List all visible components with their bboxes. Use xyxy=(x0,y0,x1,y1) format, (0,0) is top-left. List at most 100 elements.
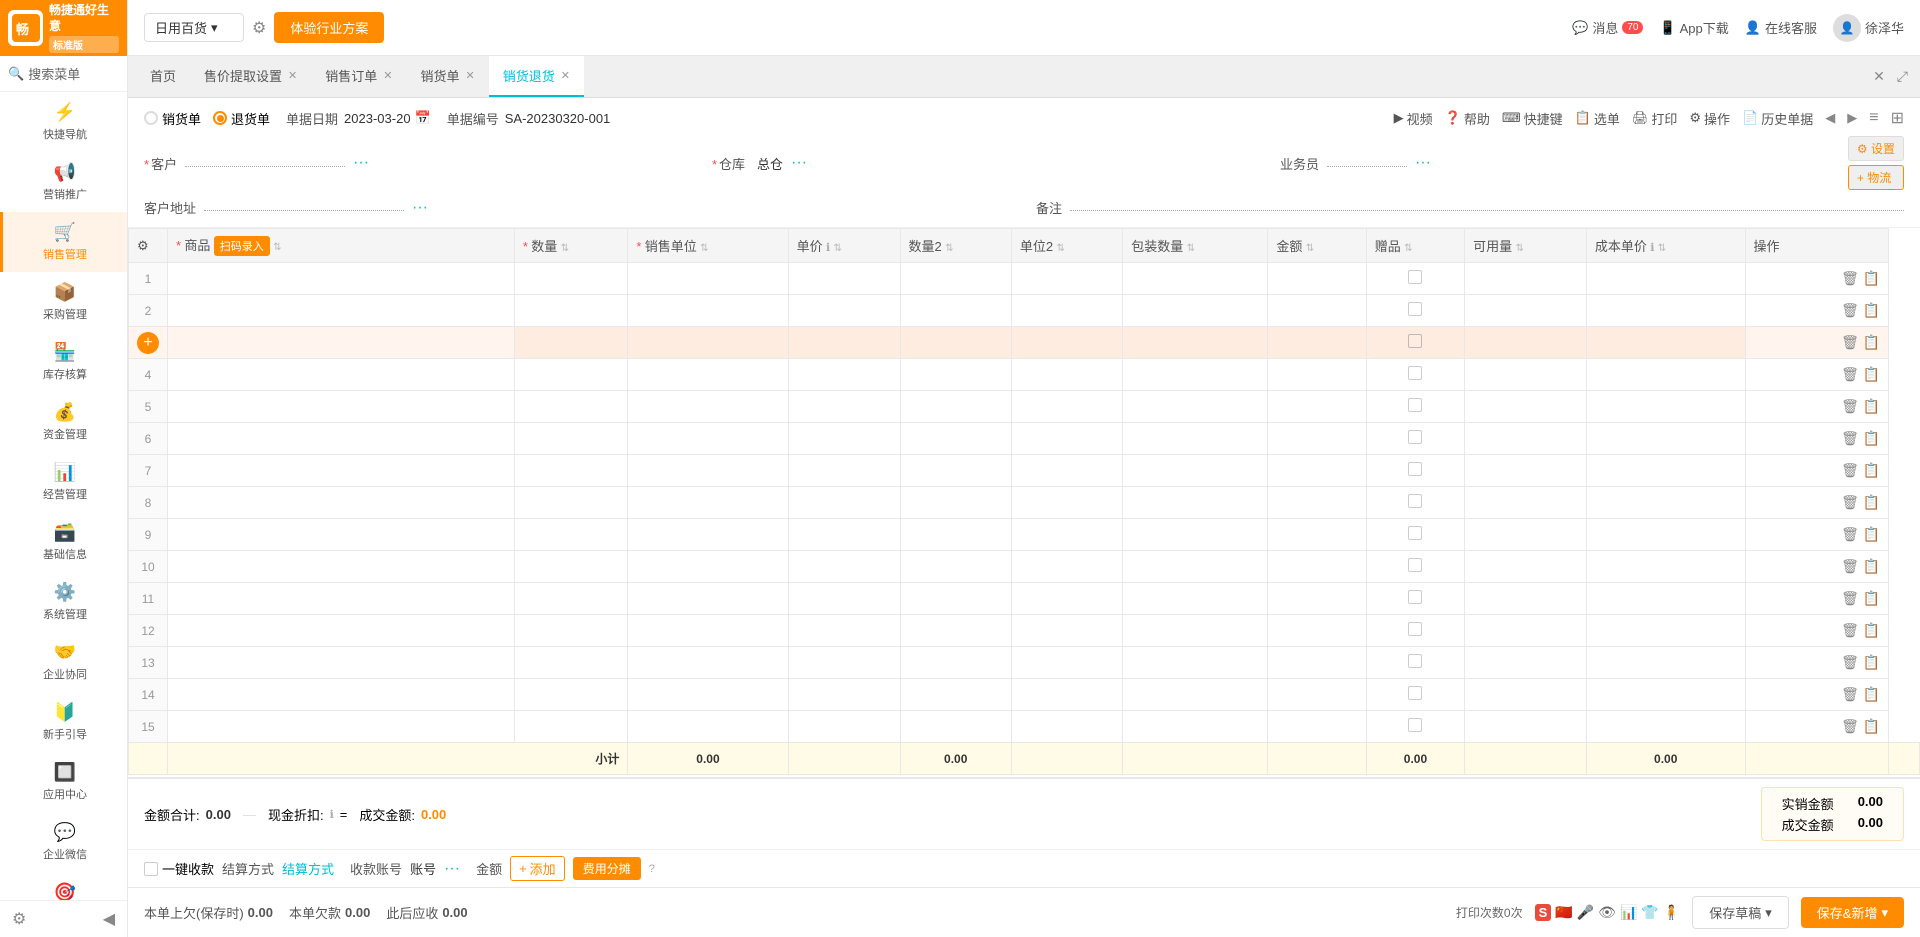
row-qty2-12[interactable] xyxy=(900,615,1011,647)
row-unit-10[interactable] xyxy=(628,551,788,583)
row-unit2-15[interactable] xyxy=(1011,711,1122,743)
col-unit-header[interactable]: * 销售单位 ⇅ xyxy=(628,229,788,263)
sidebar-item-shortcut[interactable]: ⚡ 快捷导航 xyxy=(0,92,127,152)
row-pkg-8[interactable] xyxy=(1123,487,1268,519)
row-unit-13[interactable] xyxy=(628,647,788,679)
copy-row-icon-8[interactable]: 📋 xyxy=(1863,494,1880,511)
row-unit2-11[interactable] xyxy=(1011,583,1122,615)
row-qty2-14[interactable] xyxy=(900,679,1011,711)
radio-return[interactable]: 退货单 xyxy=(213,109,270,128)
copy-row-icon-14[interactable]: 📋 xyxy=(1863,686,1880,703)
warehouse-ellipsis[interactable]: ··· xyxy=(791,154,807,172)
row-amount-7[interactable] xyxy=(1268,455,1366,487)
collapse-icon[interactable]: ◀ xyxy=(103,909,115,929)
row-pkg-14[interactable] xyxy=(1123,679,1268,711)
gift-checkbox-1[interactable] xyxy=(1408,270,1422,284)
row-qty2-3[interactable] xyxy=(900,327,1011,359)
row-avail-6[interactable] xyxy=(1465,423,1587,455)
row-avail-2[interactable] xyxy=(1465,295,1587,327)
delete-row-icon-15[interactable]: 🗑 xyxy=(1841,718,1859,735)
copy-row-icon-11[interactable]: 📋 xyxy=(1863,590,1880,607)
row-price-1[interactable] xyxy=(788,263,900,295)
row-avail-9[interactable] xyxy=(1465,519,1587,551)
row-unit2-10[interactable] xyxy=(1011,551,1122,583)
row-qty-1[interactable] xyxy=(514,263,628,295)
gift-checkbox-3[interactable] xyxy=(1408,334,1422,348)
delete-row-icon-11[interactable]: 🗑 xyxy=(1841,590,1859,607)
row-unit2-8[interactable] xyxy=(1011,487,1122,519)
row-product-1[interactable] xyxy=(168,263,515,295)
price-info-icon[interactable]: ℹ xyxy=(826,242,830,254)
row-pkg-7[interactable] xyxy=(1123,455,1268,487)
row-amount-1[interactable] xyxy=(1268,263,1366,295)
row-price-12[interactable] xyxy=(788,615,900,647)
tab-销货退货[interactable]: 销货退货✕ xyxy=(489,56,584,97)
shortcut-btn[interactable]: ⌨ 快捷键 xyxy=(1502,109,1563,128)
address-ellipsis[interactable]: ··· xyxy=(412,199,428,217)
gift-checkbox-4[interactable] xyxy=(1408,366,1422,380)
row-amount-9[interactable] xyxy=(1268,519,1366,551)
col-available-header[interactable]: 可用量 ⇅ xyxy=(1465,229,1587,263)
row-price-5[interactable] xyxy=(788,391,900,423)
col-qty2-header[interactable]: 数量2 ⇅ xyxy=(900,229,1011,263)
row-price-8[interactable] xyxy=(788,487,900,519)
row-gift-8[interactable] xyxy=(1366,487,1464,519)
row-amount-6[interactable] xyxy=(1268,423,1366,455)
row-cost-12[interactable] xyxy=(1586,615,1745,647)
expand-tabs-icon[interactable]: ⤢ xyxy=(1893,64,1912,89)
row-price-4[interactable] xyxy=(788,359,900,391)
tab-close-1[interactable]: ✕ xyxy=(288,69,297,82)
row-price-13[interactable] xyxy=(788,647,900,679)
row-qty2-13[interactable] xyxy=(900,647,1011,679)
row-cost-14[interactable] xyxy=(1586,679,1745,711)
payment-checkbox[interactable] xyxy=(144,862,158,876)
sort-product-icon[interactable]: ⇅ xyxy=(273,242,281,253)
row-amount-11[interactable] xyxy=(1268,583,1366,615)
row-unit-11[interactable] xyxy=(628,583,788,615)
row-amount-8[interactable] xyxy=(1268,487,1366,519)
row-price-11[interactable] xyxy=(788,583,900,615)
settings-btn[interactable]: ⚙ 设置 xyxy=(1848,136,1904,161)
row-unit2-9[interactable] xyxy=(1011,519,1122,551)
close-tab-icon[interactable]: ✕ xyxy=(1869,64,1889,89)
row-amount-13[interactable] xyxy=(1268,647,1366,679)
row-cost-1[interactable] xyxy=(1586,263,1745,295)
row-product-9[interactable] xyxy=(168,519,515,551)
gift-checkbox-15[interactable] xyxy=(1408,718,1422,732)
row-gift-11[interactable] xyxy=(1366,583,1464,615)
delete-row-icon-1[interactable]: 🗑 xyxy=(1841,270,1859,287)
row-unit-15[interactable] xyxy=(628,711,788,743)
tab-首页[interactable]: 首页 xyxy=(136,56,190,97)
col-settings-header[interactable]: ⚙ xyxy=(129,229,168,263)
add-row-btn[interactable]: + xyxy=(137,332,159,354)
message-btn[interactable]: 💬 消息 70 xyxy=(1572,18,1643,37)
gift-checkbox-13[interactable] xyxy=(1408,654,1422,668)
calendar-icon[interactable]: 📅 xyxy=(415,110,431,126)
one-click-payment-checkbox[interactable]: 一键收款 xyxy=(144,859,214,878)
row-qty2-8[interactable] xyxy=(900,487,1011,519)
row-cost-5[interactable] xyxy=(1586,391,1745,423)
row-unit2-6[interactable] xyxy=(1011,423,1122,455)
row-cost-13[interactable] xyxy=(1586,647,1745,679)
row-avail-15[interactable] xyxy=(1465,711,1587,743)
row-avail-14[interactable] xyxy=(1465,679,1587,711)
row-qty2-11[interactable] xyxy=(900,583,1011,615)
row-product-13[interactable] xyxy=(168,647,515,679)
sidebar-item-operations[interactable]: 📊 经营管理 xyxy=(0,452,127,512)
sort-cost-icon[interactable]: ⇅ xyxy=(1658,243,1666,254)
add-btn[interactable]: + 添加 xyxy=(510,856,565,881)
row-product-8[interactable] xyxy=(168,487,515,519)
customer-input[interactable] xyxy=(185,160,345,167)
copy-row-icon-2[interactable]: 📋 xyxy=(1863,302,1880,319)
sort-amount-icon[interactable]: ⇅ xyxy=(1306,243,1314,254)
row-cost-11[interactable] xyxy=(1586,583,1745,615)
row-unit2-1[interactable] xyxy=(1011,263,1122,295)
row-unit2-5[interactable] xyxy=(1011,391,1122,423)
row-product-14[interactable] xyxy=(168,679,515,711)
row-avail-12[interactable] xyxy=(1465,615,1587,647)
row-unit-6[interactable] xyxy=(628,423,788,455)
row-qty2-2[interactable] xyxy=(900,295,1011,327)
row-qty2-7[interactable] xyxy=(900,455,1011,487)
select-btn[interactable]: 📋 选单 xyxy=(1575,109,1620,128)
tab-close-2[interactable]: ✕ xyxy=(383,69,392,82)
